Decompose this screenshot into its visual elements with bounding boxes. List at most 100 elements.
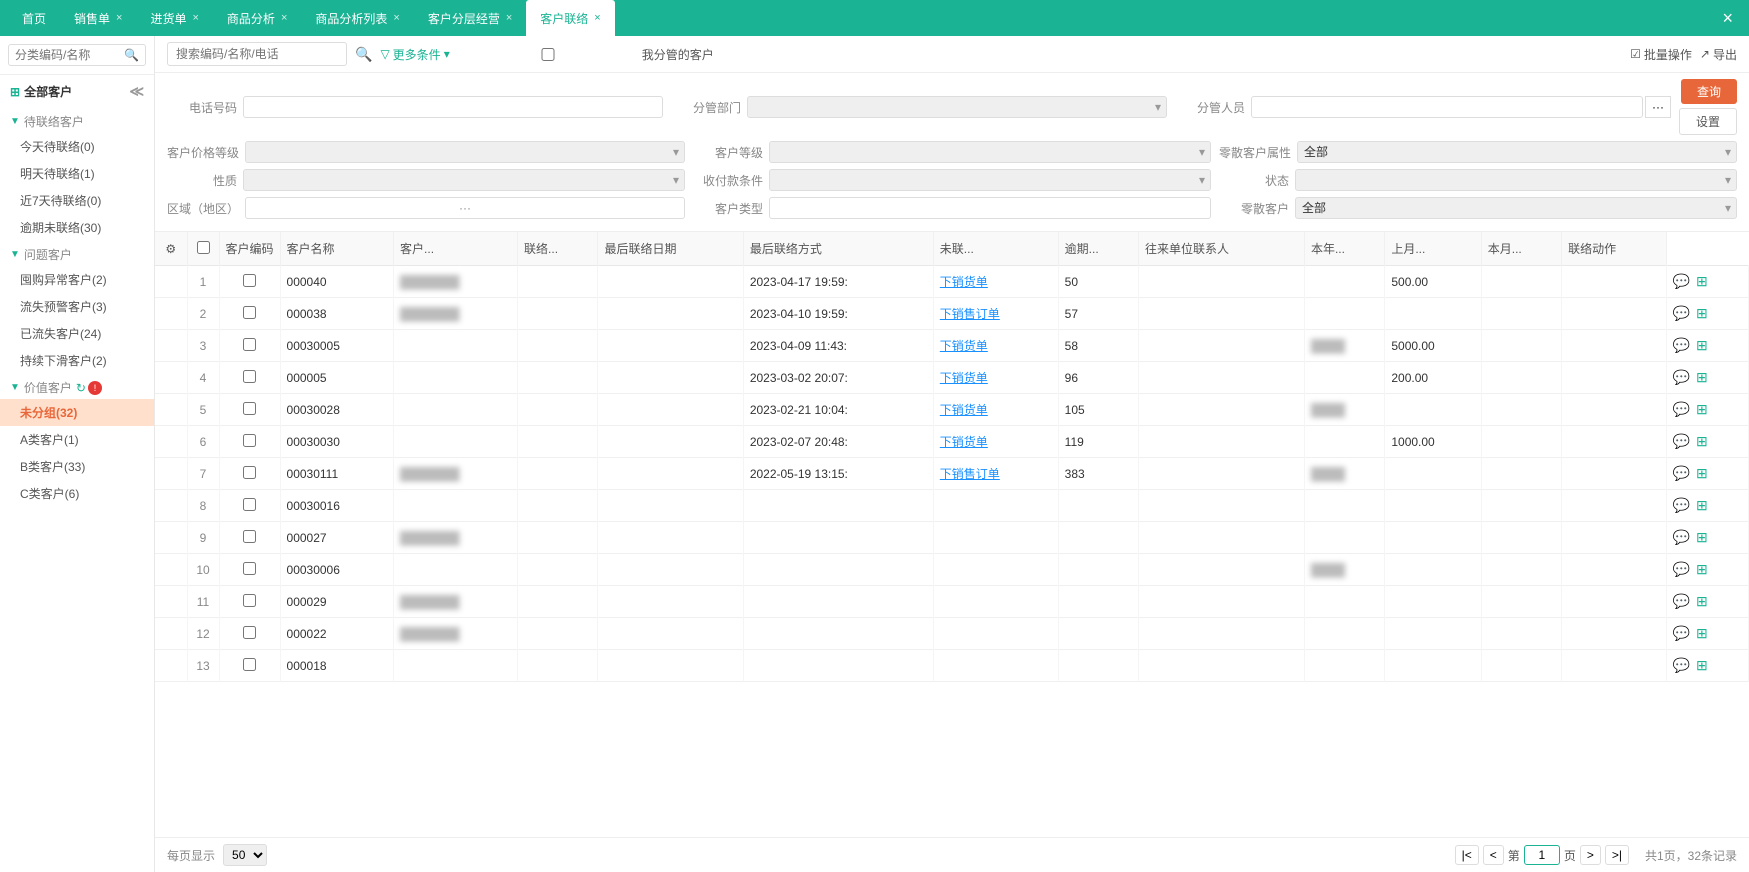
first-page-button[interactable]: |< (1455, 845, 1479, 865)
sidebar-item-a-class[interactable]: A类客户(1) (0, 426, 154, 453)
sidebar-item-today-pending[interactable]: 今天待联络(0) (0, 133, 154, 160)
row-checkbox[interactable] (243, 626, 256, 639)
nav-analysis-list-close[interactable]: × (393, 12, 399, 24)
row-checkbox[interactable] (243, 402, 256, 415)
row-checkbox[interactable] (243, 338, 256, 351)
row-checkbox[interactable] (243, 562, 256, 575)
grid-action-icon[interactable]: ⊞ (1696, 401, 1708, 418)
payment-select[interactable] (769, 169, 1211, 191)
dept-select[interactable] (747, 96, 1167, 118)
grid-action-icon[interactable]: ⊞ (1696, 657, 1708, 674)
row-settings[interactable] (155, 394, 187, 426)
last-contact-method[interactable]: 下销货单 (933, 394, 1058, 426)
grid-action-icon[interactable]: ⊞ (1696, 529, 1708, 546)
row-settings[interactable] (155, 522, 187, 554)
last-contact-method[interactable]: 下销售订单 (933, 298, 1058, 330)
row-settings[interactable] (155, 330, 187, 362)
person-input[interactable] (1251, 96, 1643, 118)
last-contact-method[interactable]: 下销售订单 (933, 458, 1058, 490)
retail-customer-select[interactable]: 全部 (1295, 197, 1737, 219)
customer-level-select[interactable] (769, 141, 1211, 163)
retail-attr-select[interactable]: 全部 (1297, 141, 1737, 163)
refresh-icon[interactable]: ↻ (76, 381, 86, 395)
chat-icon[interactable]: 💬 (1673, 465, 1690, 482)
chat-icon[interactable]: 💬 (1673, 497, 1690, 514)
grid-action-icon[interactable]: ⊞ (1696, 625, 1708, 642)
search-button[interactable]: 🔍 (355, 46, 372, 63)
price-level-select[interactable] (245, 141, 685, 163)
row-checkbox[interactable] (243, 530, 256, 543)
grid-action-icon[interactable]: ⊞ (1696, 369, 1708, 386)
sidebar-item-c-class[interactable]: C类客户(6) (0, 480, 154, 507)
person-dots-button[interactable]: ··· (1645, 96, 1671, 118)
sidebar-item-b-class[interactable]: B类客户(33) (0, 453, 154, 480)
chat-icon[interactable]: 💬 (1673, 369, 1690, 386)
row-checkbox[interactable] (243, 274, 256, 287)
sidebar-item-overdue-pending[interactable]: 逾期未联络(30) (0, 214, 154, 241)
grid-action-icon[interactable]: ⊞ (1696, 337, 1708, 354)
grid-action-icon[interactable]: ⊞ (1696, 561, 1708, 578)
nav-customer-segment-close[interactable]: × (506, 12, 512, 24)
last-contact-method[interactable]: 下销货单 (933, 362, 1058, 394)
chat-icon[interactable]: 💬 (1673, 305, 1690, 322)
settings-column-header[interactable]: ⚙ (155, 232, 187, 266)
window-close-button[interactable]: × (1714, 8, 1741, 29)
chat-icon[interactable]: 💬 (1673, 625, 1690, 642)
last-contact-method[interactable]: 下销货单 (933, 266, 1058, 298)
chat-icon[interactable]: 💬 (1673, 529, 1690, 546)
chat-icon[interactable]: 💬 (1673, 593, 1690, 610)
nav-purchase-close[interactable]: × (192, 12, 198, 24)
row-checkbox[interactable] (243, 466, 256, 479)
chat-icon[interactable]: 💬 (1673, 433, 1690, 450)
row-settings[interactable] (155, 458, 187, 490)
export-button[interactable]: ↗ 导出 (1700, 46, 1737, 63)
chat-icon[interactable]: 💬 (1673, 561, 1690, 578)
query-button[interactable]: 查询 (1681, 79, 1737, 104)
row-settings[interactable] (155, 298, 187, 330)
row-checkbox[interactable] (243, 498, 256, 511)
gender-select[interactable] (243, 169, 685, 191)
row-settings[interactable] (155, 618, 187, 650)
row-settings[interactable] (155, 490, 187, 522)
all-customers-header[interactable]: ⊞ 全部客户 ≪ (0, 75, 154, 108)
grid-action-icon[interactable]: ⊞ (1696, 433, 1708, 450)
search-input[interactable] (167, 42, 347, 66)
reset-button[interactable]: 设置 (1679, 108, 1737, 135)
current-page-input[interactable] (1524, 845, 1560, 865)
chat-icon[interactable]: 💬 (1673, 401, 1690, 418)
select-all-checkbox[interactable] (197, 241, 210, 254)
nav-analysis[interactable]: 商品分析 × (213, 0, 301, 36)
sidebar-item-churned[interactable]: 已流失客户(24) (0, 320, 154, 347)
sidebar-item-7days-pending[interactable]: 近7天待联络(0) (0, 187, 154, 214)
row-checkbox[interactable] (243, 658, 256, 671)
last-contact-method[interactable]: 下销货单 (933, 330, 1058, 362)
chat-icon[interactable]: 💬 (1673, 657, 1690, 674)
row-settings[interactable] (155, 266, 187, 298)
sidebar-item-churn-warning[interactable]: 流失预警客户(3) (0, 293, 154, 320)
chat-icon[interactable]: 💬 (1673, 273, 1690, 290)
page-size-select[interactable]: 50 (223, 844, 267, 866)
nav-customer-contact[interactable]: 客户联络 × (526, 0, 614, 36)
row-settings[interactable] (155, 362, 187, 394)
sidebar-search-icon[interactable]: 🔍 (124, 48, 139, 62)
chat-icon[interactable]: 💬 (1673, 337, 1690, 354)
my-customers-checkbox-label[interactable]: 我分管的客户 (458, 46, 714, 63)
row-settings[interactable] (155, 586, 187, 618)
nav-sales-close[interactable]: × (116, 12, 122, 24)
nav-purchase[interactable]: 进货单 × (136, 0, 212, 36)
nav-analysis-list[interactable]: 商品分析列表 × (301, 0, 413, 36)
row-settings[interactable] (155, 426, 187, 458)
row-checkbox[interactable] (243, 306, 256, 319)
grid-action-icon[interactable]: ⊞ (1696, 273, 1708, 290)
sidebar-item-abnormal-hoarding[interactable]: 囤购异常客户(2) (0, 266, 154, 293)
row-settings[interactable] (155, 554, 187, 586)
sidebar-item-tomorrow-pending[interactable]: 明天待联络(1) (0, 160, 154, 187)
nav-home[interactable]: 首页 (8, 0, 60, 36)
nav-customer-contact-close[interactable]: × (594, 12, 600, 24)
status-select[interactable] (1295, 169, 1737, 191)
row-checkbox[interactable] (243, 594, 256, 607)
sidebar-item-declining[interactable]: 持续下滑客户(2) (0, 347, 154, 374)
row-checkbox[interactable] (243, 370, 256, 383)
next-page-button[interactable]: > (1580, 845, 1601, 865)
batch-operations-button[interactable]: ☑ 批量操作 (1630, 46, 1692, 63)
